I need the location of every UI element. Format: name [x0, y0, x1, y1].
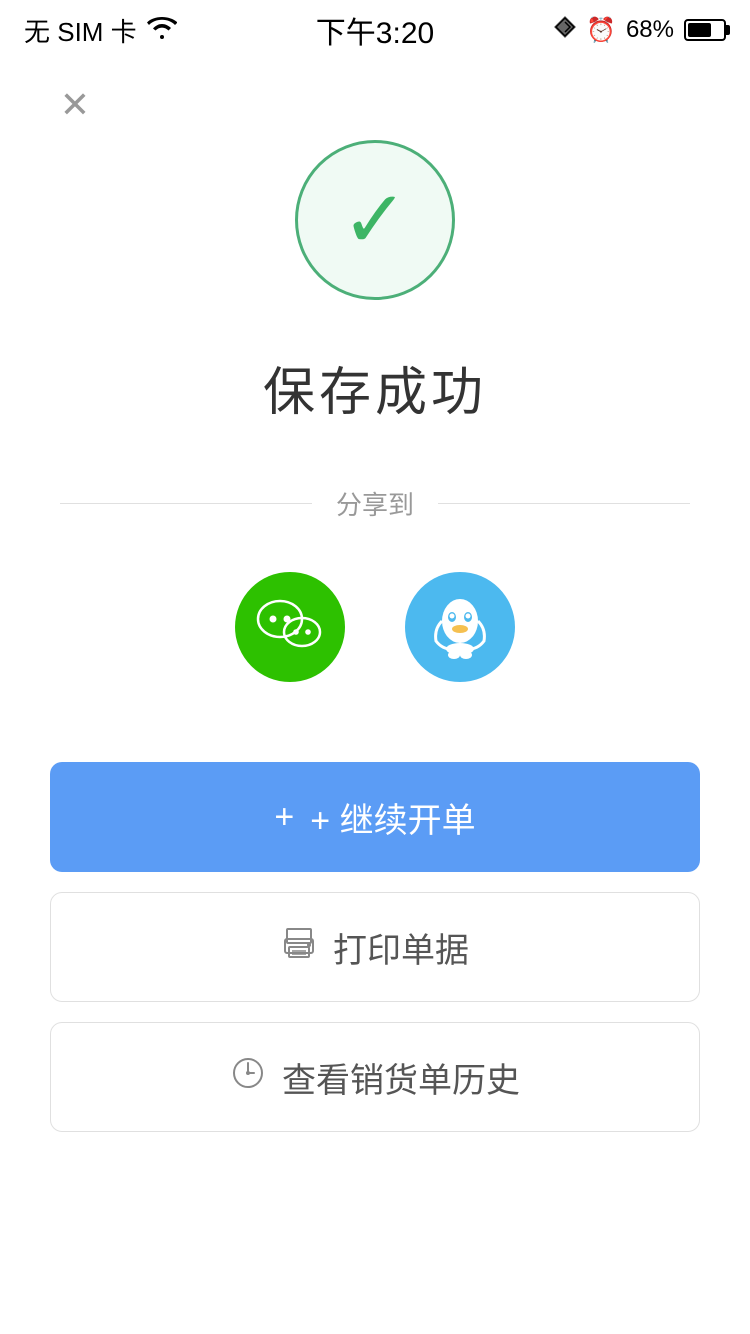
- share-icons: [235, 572, 515, 682]
- status-bar: 无 SIM 卡 下午3:20 ⏰ 68%: [0, 0, 750, 60]
- continue-order-button[interactable]: + + 继续开单: [50, 762, 700, 872]
- qq-share-button[interactable]: [405, 572, 515, 682]
- success-circle: ✓: [295, 140, 455, 300]
- continue-order-label: + 继续开单: [310, 793, 475, 842]
- alarm-icon: ⏰: [586, 16, 616, 45]
- status-time: 下午3:20: [316, 8, 434, 52]
- history-label: 查看销货单历史: [282, 1053, 520, 1102]
- sim-text: 无 SIM 卡: [24, 12, 137, 49]
- location-icon: [554, 16, 576, 45]
- divider-line-left: [60, 503, 312, 504]
- buttons-section: + + 继续开单 打印单据: [0, 762, 750, 1132]
- close-button[interactable]: ✕: [50, 80, 100, 130]
- wifi-icon: [147, 15, 177, 46]
- battery-indicator: [684, 19, 726, 41]
- history-icon: [230, 1055, 266, 1100]
- checkmark-icon: ✓: [341, 180, 408, 260]
- success-title: 保存成功: [263, 350, 487, 425]
- status-right: ⏰ 68%: [554, 16, 726, 45]
- divider-line-right: [438, 503, 690, 504]
- share-label: 分享到: [312, 485, 438, 522]
- close-icon: ✕: [60, 87, 90, 123]
- plus-icon: +: [274, 798, 294, 837]
- printer-icon: [281, 925, 317, 970]
- wechat-share-button[interactable]: [235, 572, 345, 682]
- battery-percent-text: 68%: [626, 16, 674, 44]
- status-left: 无 SIM 卡: [24, 12, 177, 49]
- wechat-icon: [256, 599, 324, 655]
- history-button[interactable]: 查看销货单历史: [50, 1022, 700, 1132]
- qq-icon: [426, 591, 494, 663]
- print-button[interactable]: 打印单据: [50, 892, 700, 1002]
- main-content: ✓ 保存成功 分享到: [0, 60, 750, 1132]
- share-divider: 分享到: [0, 485, 750, 522]
- print-label: 打印单据: [333, 923, 469, 972]
